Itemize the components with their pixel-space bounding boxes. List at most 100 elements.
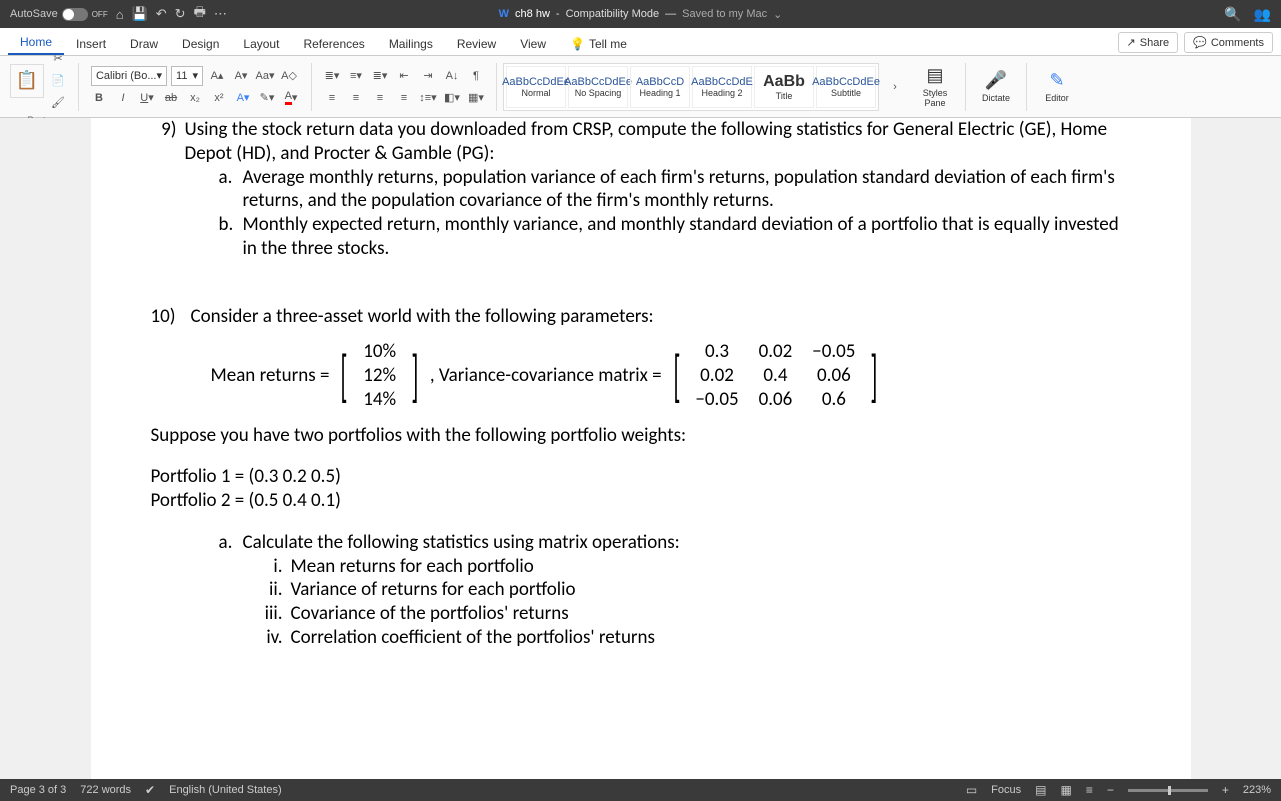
focus-label[interactable]: Focus: [991, 784, 1021, 796]
chevron-down-icon[interactable]: ⌄: [773, 8, 782, 21]
status-bar: Page 3 of 3 722 words ✔ English (United …: [0, 779, 1281, 801]
borders-icon[interactable]: ▦▾: [466, 88, 486, 108]
inc-indent-icon[interactable]: ⇥: [418, 66, 438, 86]
document-area[interactable]: 9) Using the stock return data you downl…: [0, 118, 1281, 779]
mean-vector: [ 10%12%14% ]: [335, 340, 423, 411]
styles-more-icon[interactable]: ›: [885, 77, 905, 97]
read-mode-icon[interactable]: ▤: [1035, 783, 1046, 797]
q9a-letter: a.: [219, 166, 243, 214]
zoom-out-icon[interactable]: −: [1107, 783, 1114, 797]
search-icon[interactable]: 🔍: [1224, 6, 1241, 23]
qat-more-icon[interactable]: ⋯: [214, 6, 227, 22]
bold-icon[interactable]: B: [89, 88, 109, 108]
superscript-icon[interactable]: x²: [209, 88, 229, 108]
tab-references[interactable]: References: [291, 31, 376, 55]
comments-button[interactable]: 💬Comments: [1184, 32, 1273, 53]
tab-draw[interactable]: Draw: [118, 31, 170, 55]
q10-text: Consider a three-asset world with the fo…: [191, 305, 654, 329]
zoom-slider[interactable]: [1128, 789, 1208, 792]
spellcheck-icon[interactable]: ✔: [145, 783, 155, 797]
paste-button[interactable]: 📋: [10, 64, 44, 98]
align-left-icon[interactable]: ≡: [322, 88, 342, 108]
portfolio-2: Portfolio 2 = (0.5 0.4 0.1): [151, 489, 1131, 513]
dec-indent-icon[interactable]: ⇤: [394, 66, 414, 86]
portfolio-1: Portfolio 1 = (0.3 0.2 0.5): [151, 465, 1131, 489]
align-center-icon[interactable]: ≡: [346, 88, 366, 108]
show-marks-icon[interactable]: ¶: [466, 66, 486, 86]
autosave-switch[interactable]: [62, 8, 88, 21]
zoom-in-icon[interactable]: +: [1222, 783, 1229, 797]
grow-font-icon[interactable]: A▴: [207, 66, 227, 86]
q10a-iii: Covariance of the portfolios' returns: [291, 602, 569, 626]
page[interactable]: 9) Using the stock return data you downl…: [91, 118, 1191, 779]
clipboard-group: 📋 ✂ 📄 🖌 Paste: [6, 47, 72, 127]
styles-pane-button[interactable]: ▤Styles Pane: [911, 65, 959, 108]
tab-review[interactable]: Review: [445, 31, 508, 55]
style-title[interactable]: AaBbTitle: [754, 66, 814, 108]
clear-format-icon[interactable]: A◇: [279, 66, 299, 86]
multilevel-icon[interactable]: ≣▾: [370, 66, 390, 86]
save-icon[interactable]: 💾: [132, 6, 148, 22]
undo-icon[interactable]: ↶: [156, 6, 167, 22]
style-heading-1[interactable]: AaBbCcDHeading 1: [630, 66, 690, 108]
bullets-icon[interactable]: ≣▾: [322, 66, 342, 86]
font-name-combo[interactable]: Calibri (Bo...▾: [91, 66, 167, 86]
editor-button[interactable]: ✎Editor: [1033, 70, 1081, 103]
tab-insert[interactable]: Insert: [64, 31, 118, 55]
share-top-icon[interactable]: 👥: [1254, 6, 1271, 23]
tab-view[interactable]: View: [508, 31, 558, 55]
word-app-icon: W: [499, 8, 509, 20]
vcv-matrix: [ 0.30.02−0.05 0.020.40.06 −0.050.060.6 …: [668, 340, 884, 411]
autosave-toggle[interactable]: AutoSave OFF: [10, 8, 108, 21]
matrix-row: Mean returns = [ 10%12%14% ] , Variance-…: [211, 340, 1131, 411]
page-indicator[interactable]: Page 3 of 3: [10, 784, 66, 796]
tab-mailings[interactable]: Mailings: [377, 31, 445, 55]
q9-number: 9): [151, 118, 185, 166]
highlight-icon[interactable]: ✎▾: [257, 88, 277, 108]
strike-icon[interactable]: ab: [161, 88, 181, 108]
justify-icon[interactable]: ≡: [394, 88, 414, 108]
style-heading-2[interactable]: AaBbCcDdEHeading 2: [692, 66, 752, 108]
underline-icon[interactable]: U▾: [137, 88, 157, 108]
cut-icon[interactable]: ✂: [48, 49, 68, 69]
font-color-icon[interactable]: A▾: [281, 88, 301, 108]
print-icon[interactable]: 🖶: [194, 3, 206, 25]
q9-text: Using the stock return data you download…: [185, 118, 1131, 166]
dictate-button[interactable]: 🎤Dictate: [972, 70, 1020, 103]
subscript-icon[interactable]: x₂: [185, 88, 205, 108]
web-layout-icon[interactable]: ≡: [1086, 783, 1093, 797]
tab-layout[interactable]: Layout: [231, 31, 291, 55]
italic-icon[interactable]: I: [113, 88, 133, 108]
numbering-icon[interactable]: ≡▾: [346, 66, 366, 86]
zoom-level[interactable]: 223%: [1243, 784, 1271, 796]
editor-icon: ✎: [1049, 70, 1064, 91]
sort-icon[interactable]: A↓: [442, 66, 462, 86]
redo-icon[interactable]: ↻: [175, 6, 186, 22]
text-effects-icon[interactable]: A▾: [233, 88, 253, 108]
shading-icon[interactable]: ◧▾: [442, 88, 462, 108]
language-indicator[interactable]: English (United States): [169, 784, 282, 796]
shrink-font-icon[interactable]: A▾: [231, 66, 251, 86]
format-painter-icon[interactable]: 🖌: [48, 93, 68, 113]
q10-number: 10): [151, 305, 191, 329]
styles-pane-icon: ▤: [926, 65, 943, 86]
line-spacing-icon[interactable]: ↕≡▾: [418, 88, 438, 108]
copy-icon[interactable]: 📄: [48, 71, 68, 91]
style-no-spacing[interactable]: AaBbCcDdEeNo Spacing: [568, 66, 628, 108]
align-right-icon[interactable]: ≡: [370, 88, 390, 108]
style-normal[interactable]: AaBbCcDdEeNormal: [506, 66, 566, 108]
share-button[interactable]: ↗Share: [1118, 32, 1179, 53]
q10a-i: Mean returns for each portfolio: [291, 555, 534, 579]
q10a-ii: Variance of returns for each portfolio: [291, 578, 576, 602]
print-layout-icon[interactable]: ▦: [1060, 783, 1071, 797]
styles-gallery[interactable]: AaBbCcDdEeNormal AaBbCcDdEeNo Spacing Aa…: [503, 63, 879, 111]
change-case-icon[interactable]: Aa▾: [255, 66, 275, 86]
home-icon[interactable]: ⌂: [116, 7, 124, 22]
tell-me[interactable]: 💡Tell me: [558, 31, 639, 55]
font-size-combo[interactable]: 11▾: [171, 66, 203, 86]
style-subtitle[interactable]: AaBbCcDdEeSubtitle: [816, 66, 876, 108]
tab-design[interactable]: Design: [170, 31, 231, 55]
focus-icon[interactable]: ▭: [966, 783, 977, 797]
font-group: Calibri (Bo...▾ 11▾ A▴ A▾ Aa▾ A◇ B I U▾ …: [85, 64, 305, 110]
word-count[interactable]: 722 words: [80, 784, 131, 796]
